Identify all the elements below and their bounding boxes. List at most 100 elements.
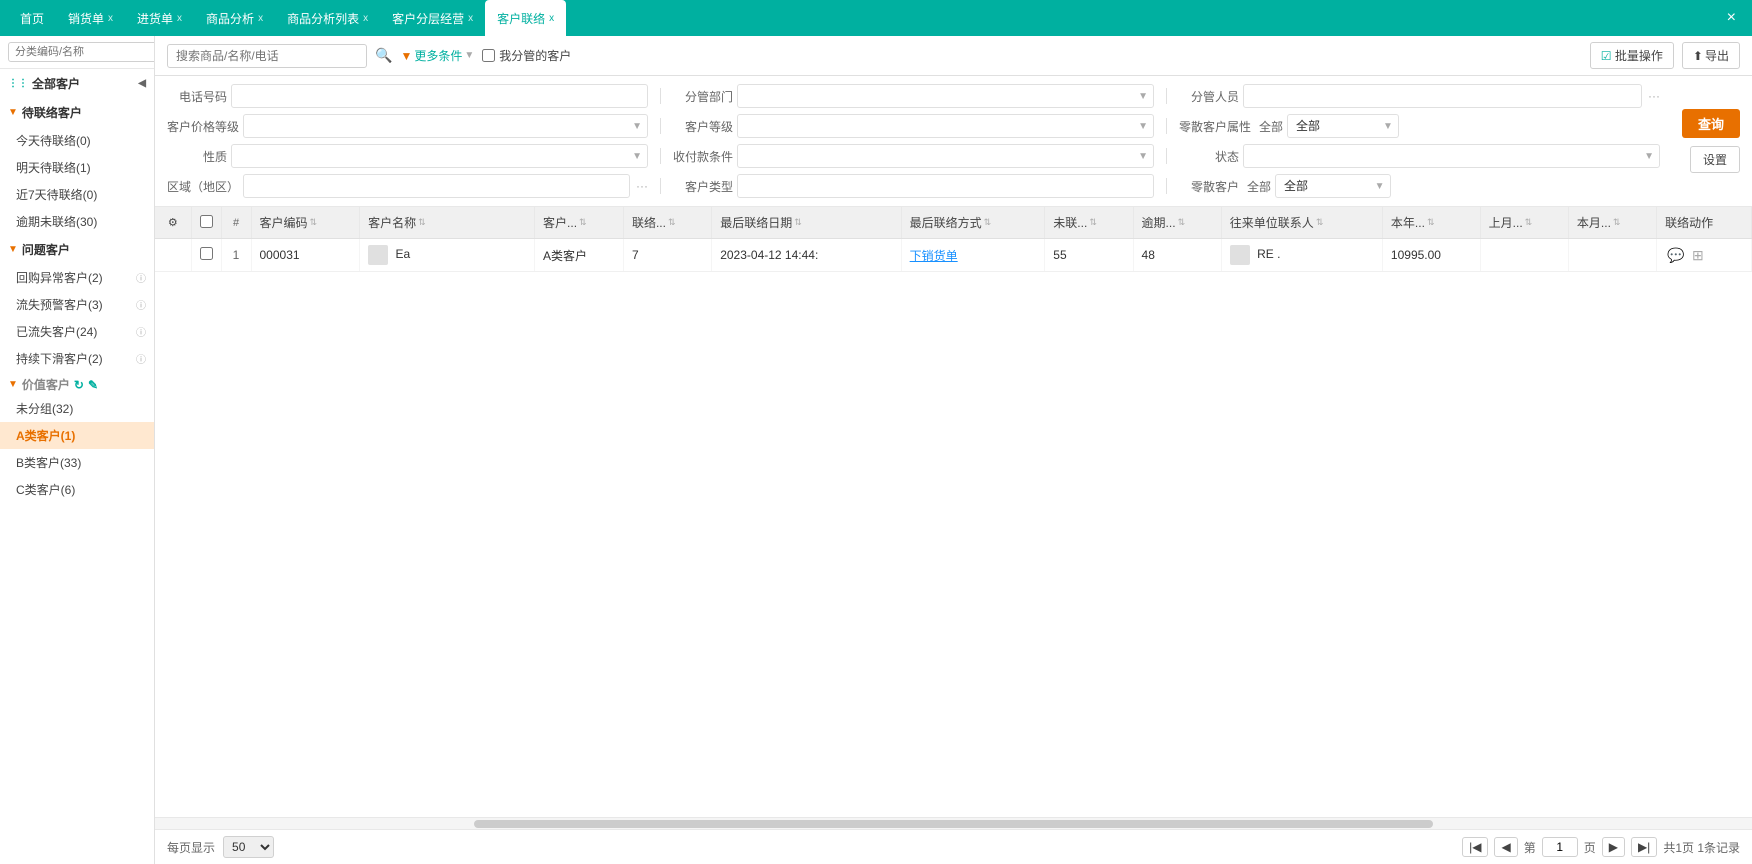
section-header-pending[interactable]: ▼ 待联络客户 [0, 98, 154, 127]
cell-last-method[interactable]: 下销货单 [901, 239, 1045, 272]
first-page-btn[interactable]: |◀ [1462, 837, 1488, 857]
filter-region-dots[interactable]: ··· [636, 179, 648, 193]
th-code[interactable]: 客户编码⇅ [251, 207, 360, 239]
batch-operation-btn[interactable]: ☑ 批量操作 [1590, 42, 1674, 69]
th-last-month[interactable]: 上月...⇅ [1480, 207, 1568, 239]
row-checkbox[interactable] [200, 247, 213, 260]
setting-btn[interactable]: 设置 [1690, 146, 1740, 173]
filter-payment-label: 收付款条件 [673, 148, 733, 165]
filter-payment-select[interactable] [737, 144, 1154, 168]
advanced-filter: 电话号码 分管部门 ▼ 分管人员 [155, 76, 1752, 207]
th-contact-count[interactable]: 联络...⇅ [623, 207, 711, 239]
query-btn[interactable]: 查询 [1682, 109, 1740, 138]
nav-close-product-analysis-list[interactable]: x [363, 13, 368, 24]
filter-phone-input[interactable] [231, 84, 648, 108]
filter-customer-level-label: 客户等级 [673, 118, 733, 135]
filter-status: 状态 ▼ [1179, 144, 1660, 168]
my-customers-checkbox[interactable] [482, 49, 495, 62]
value-edit-icon[interactable]: ✎ [88, 378, 98, 392]
filter-dept-select[interactable] [737, 84, 1154, 108]
filter-manager-dots[interactable]: ··· [1648, 89, 1660, 103]
cell-uncontact: 55 [1045, 239, 1133, 272]
sidebar-item-class-c[interactable]: C类客户(6) [0, 476, 154, 503]
nav-close-purchase[interactable]: x [177, 13, 182, 24]
sidebar-item-tomorrow[interactable]: 明天待联络(1) [0, 154, 154, 181]
nav-item-sales[interactable]: 销货单 x [56, 0, 125, 36]
scrollbar-thumb[interactable] [474, 820, 1432, 828]
sidebar-item-class-a[interactable]: A类客户(1) [0, 422, 154, 449]
nav-item-purchase[interactable]: 进货单 x [125, 0, 194, 36]
filter-nature-select[interactable] [231, 144, 648, 168]
table-footer: 每页显示 50 20 100 |◀ ◀ 第 页 ▶ ▶| 共1页 1条记录 [155, 829, 1752, 864]
horizontal-scrollbar[interactable] [155, 817, 1752, 829]
nav-close-customer-contact[interactable]: x [549, 13, 554, 24]
filter-region-input[interactable] [243, 174, 630, 198]
export-btn[interactable]: ⬆ 导出 [1682, 42, 1740, 69]
next-page-btn[interactable]: ▶ [1602, 837, 1625, 857]
nav-close-product-analysis[interactable]: x [258, 13, 263, 24]
filter-more-btn[interactable]: ▼ 更多条件 ▼ [400, 47, 474, 64]
export-icon: ⬆ [1693, 49, 1703, 63]
sidebar-item-unclassified[interactable]: 未分组(32) [0, 395, 154, 422]
sidebar-item-overdue[interactable]: 逾期未联络(30) [0, 208, 154, 235]
last-page-btn[interactable]: ▶| [1631, 837, 1657, 857]
nav-item-product-analysis[interactable]: 商品分析 x [194, 0, 275, 36]
sidebar-item-declining[interactable]: 持续下滑客户(2) ⓘ [0, 345, 154, 372]
nav-item-home[interactable]: 首页 [8, 0, 56, 36]
th-overdue[interactable]: 逾期...⇅ [1133, 207, 1221, 239]
per-page-select[interactable]: 50 20 100 [223, 836, 274, 858]
filter-status-select[interactable] [1243, 144, 1660, 168]
page-input[interactable] [1542, 837, 1578, 857]
action-grid-icon[interactable]: ⊞ [1692, 247, 1704, 263]
sidebar-item-churn-warning[interactable]: 流失预警客户(3) ⓘ [0, 291, 154, 318]
filter-manager-input[interactable] [1243, 84, 1642, 108]
sidebar-search-area: 🔍 [0, 36, 154, 69]
th-this-month[interactable]: 本月...⇅ [1568, 207, 1656, 239]
filter-search-input[interactable] [167, 44, 367, 68]
th-last-method[interactable]: 最后联络方式⇅ [901, 207, 1045, 239]
sort-icon-contact2: ⇅ [1316, 217, 1324, 228]
sidebar-item-class-b[interactable]: B类客户(33) [0, 449, 154, 476]
table-row: 1 000031 Ea A类客户 7 2023-04-12 14:44: 下销货… [155, 239, 1752, 272]
select-all-checkbox[interactable] [200, 215, 213, 228]
nav-item-customer-tier[interactable]: 客户分层经营 x [380, 0, 485, 36]
filter-bar: 🔍 ▼ 更多条件 ▼ 我分管的客户 ☑ 批量操作 ⬆ 导出 [155, 36, 1752, 76]
sidebar-all-customers[interactable]: ⋮⋮ 全部客户 ◀ [0, 69, 154, 98]
th-contact2[interactable]: 往来单位联系人⇅ [1221, 207, 1382, 239]
filter-row-4: 区域（地区） ··· 客户类型 零散客户 全部 [167, 174, 1660, 198]
filter-retail-customer-select[interactable]: 全部 [1275, 174, 1390, 198]
th-type[interactable]: 客户...⇅ [535, 207, 624, 239]
value-refresh-icon[interactable]: ↻ [74, 378, 84, 392]
sidebar-item-today[interactable]: 今天待联络(0) [0, 127, 154, 154]
section-header-problem[interactable]: ▼ 问题客户 [0, 235, 154, 264]
sidebar-search-input[interactable] [8, 42, 155, 62]
sidebar-item-7days[interactable]: 近7天待联络(0) [0, 181, 154, 208]
sidebar-item-churned[interactable]: 已流失客户(24) ⓘ [0, 318, 154, 345]
filter-customer-type-input[interactable] [737, 174, 1154, 198]
filter-customer-level-select[interactable] [737, 114, 1154, 138]
filter-price-level-select[interactable] [243, 114, 648, 138]
filter-dept-label: 分管部门 [673, 88, 733, 105]
filter-search-icon[interactable]: 🔍 [375, 47, 392, 64]
nav-close-all[interactable]: × [1719, 5, 1744, 31]
nav-close-sales[interactable]: x [108, 13, 113, 24]
cell-contact2: RE . [1221, 239, 1382, 272]
nav-item-product-analysis-list[interactable]: 商品分析列表 x [275, 0, 380, 36]
nav-close-customer-tier[interactable]: x [468, 13, 473, 24]
th-this-year[interactable]: 本年...⇅ [1382, 207, 1480, 239]
nav-item-customer-contact[interactable]: 客户联络 x [485, 0, 566, 36]
th-uncontact[interactable]: 未联...⇅ [1045, 207, 1133, 239]
section-pending-contact: ▼ 待联络客户 今天待联络(0) 明天待联络(1) 近7天待联络(0) 逾期未联… [0, 98, 154, 235]
my-customers-checkbox-label: 我分管的客户 [482, 47, 571, 64]
filter-retail-attr-select[interactable]: 全部 [1287, 114, 1399, 138]
cell-code: 000031 [251, 239, 360, 272]
sidebar: 🔍 ⋮⋮ 全部客户 ◀ ▼ 待联络客户 今天待联络(0) 明天待联络(1) [0, 36, 155, 864]
th-last-date[interactable]: 最后联络日期⇅ [712, 207, 901, 239]
th-name[interactable]: 客户名称⇅ [360, 207, 535, 239]
action-comment-icon[interactable]: 💬 [1667, 247, 1684, 263]
prev-page-btn[interactable]: ◀ [1494, 837, 1517, 857]
th-gear[interactable]: ⚙ [155, 207, 191, 239]
info-icon-churned: ⓘ [136, 324, 146, 339]
cell-checkbox [191, 239, 221, 272]
sidebar-item-repurchase-abnormal[interactable]: 回购异常客户(2) ⓘ [0, 264, 154, 291]
